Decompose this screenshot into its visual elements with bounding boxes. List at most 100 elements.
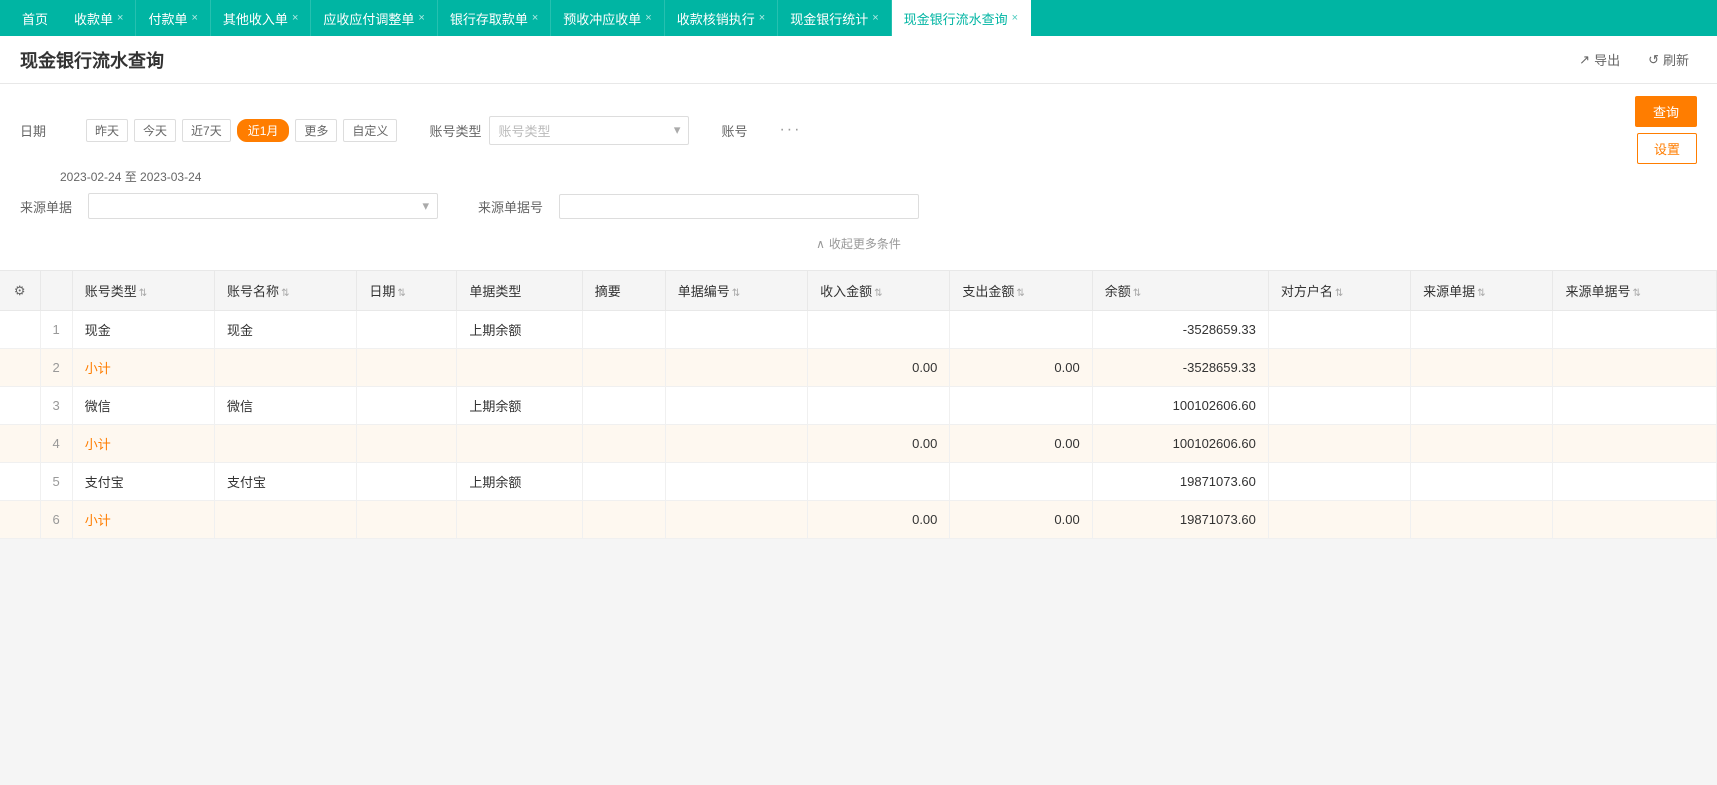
table-row: 2小计0.000.00-3528659.33 [0, 349, 1717, 387]
row-gear [0, 349, 40, 387]
close-icon[interactable]: × [1012, 12, 1018, 24]
date-btn-今天[interactable]: 今天 [134, 119, 176, 142]
account-label: 账号 [721, 121, 771, 140]
query-button[interactable]: 查询 [1635, 96, 1697, 127]
column-balance[interactable]: 余额⇅ [1092, 271, 1268, 311]
column-counterpart[interactable]: 对方户名⇅ [1268, 271, 1410, 311]
collapse-icon: ∧ [816, 237, 825, 251]
column-gear[interactable]: ⚙ [0, 271, 40, 311]
column-expense[interactable]: 支出金额⇅ [950, 271, 1092, 311]
column-date[interactable]: 日期⇅ [357, 271, 457, 311]
source-doc-select[interactable]: ▾ [88, 193, 438, 219]
cell-doc-no [665, 501, 807, 539]
top-navigation: 首页 收款单×付款单×其他收入单×应收应付调整单×银行存取款单×预收冲应收单×收… [0, 0, 1717, 36]
cell-date [357, 501, 457, 539]
close-icon[interactable]: × [532, 12, 538, 24]
nav-tab-银行存取款单[interactable]: 银行存取款单× [438, 0, 551, 36]
sort-icon: ⇅ [1477, 288, 1485, 299]
cell-source-doc [1411, 463, 1553, 501]
table-row: 5支付宝支付宝上期余额19871073.60 [0, 463, 1717, 501]
row-gear [0, 387, 40, 425]
nav-tab-付款单[interactable]: 付款单× [136, 0, 210, 36]
cell-summary [582, 311, 665, 349]
cell-summary [582, 463, 665, 501]
source-doc-no-input[interactable] [559, 194, 919, 219]
cell-summary [582, 349, 665, 387]
cell-source-doc-no [1553, 501, 1717, 539]
column-rownum [40, 271, 72, 311]
cell-income: 0.00 [808, 349, 950, 387]
close-icon[interactable]: × [418, 12, 424, 24]
cell-account-name [215, 349, 357, 387]
nav-tab-预收冲应收单[interactable]: 预收冲应收单 × [551, 0, 664, 36]
row-number: 2 [40, 349, 72, 387]
column-income[interactable]: 收入金额⇅ [808, 271, 950, 311]
row-gear [0, 463, 40, 501]
close-icon[interactable]: × [117, 12, 123, 24]
cell-doc-no [665, 425, 807, 463]
column-account_type[interactable]: 账号类型⇅ [72, 271, 214, 311]
cell-doc-type: 上期余额 [457, 387, 582, 425]
refresh-button[interactable]: ↺ 刷新 [1640, 46, 1697, 73]
cell-income: 0.00 [808, 425, 950, 463]
settings-button[interactable]: 设置 [1637, 133, 1697, 164]
sort-icon: ⇅ [732, 288, 740, 299]
date-btn-自定义[interactable]: 自定义 [343, 119, 397, 142]
column-account_name[interactable]: 账号名称⇅ [215, 271, 357, 311]
nav-tab-其他收入单[interactable]: 其他收入单 × [211, 0, 311, 36]
table-row: 1现金现金上期余额-3528659.33 [0, 311, 1717, 349]
row-number: 1 [40, 311, 72, 349]
sort-icon: ⇅ [874, 288, 882, 299]
row-number: 4 [40, 425, 72, 463]
tab-label: 收款单 [74, 9, 113, 28]
tab-label: 预收冲应收单 [563, 9, 641, 28]
close-icon[interactable]: × [191, 12, 197, 24]
date-label: 日期 [20, 121, 70, 140]
account-dots[interactable]: ··· [779, 121, 801, 139]
tab-label: 其他收入单 [223, 9, 288, 28]
account-type-select[interactable]: 账号类型 ▾ [489, 116, 689, 145]
cell-source-doc-no [1553, 349, 1717, 387]
date-btn-更多[interactable]: 更多 [295, 119, 337, 142]
close-icon[interactable]: × [645, 12, 651, 24]
date-btn-近1月[interactable]: 近1月 [237, 119, 290, 142]
cell-account-name [215, 425, 357, 463]
nav-tab-收款单[interactable]: 收款单 × [62, 0, 136, 36]
close-icon[interactable]: × [292, 12, 298, 24]
cell-expense [950, 387, 1092, 425]
export-button[interactable]: ↗ 导出 [1571, 46, 1628, 73]
cell-income [808, 311, 950, 349]
close-icon[interactable]: × [872, 12, 878, 24]
nav-home[interactable]: 首页 [8, 0, 62, 36]
cell-expense [950, 311, 1092, 349]
close-icon[interactable]: × [759, 12, 765, 24]
column-source_doc[interactable]: 来源单据⇅ [1411, 271, 1553, 311]
nav-tab-现金银行流水查询[interactable]: 现金银行流水查询× [892, 0, 1031, 36]
cell-summary [582, 501, 665, 539]
cell-counterpart [1268, 349, 1410, 387]
cell-balance: 19871073.60 [1092, 501, 1268, 539]
nav-tab-现金银行统计[interactable]: 现金银行统计 × [778, 0, 891, 36]
cell-doc-no [665, 349, 807, 387]
date-btn-昨天[interactable]: 昨天 [86, 119, 128, 142]
cell-doc-type: 上期余额 [457, 463, 582, 501]
column-source_doc_no[interactable]: 来源单据号⇅ [1553, 271, 1717, 311]
row-gear [0, 311, 40, 349]
date-btn-近7天[interactable]: 近7天 [182, 119, 231, 142]
sort-icon: ⇅ [1632, 288, 1640, 299]
nav-tab-应收应付调整单[interactable]: 应收应付调整单× [311, 0, 437, 36]
tab-label: 现金银行统计 [790, 9, 868, 28]
date-range-display: 2023-02-24 至 2023-03-24 [60, 170, 201, 184]
collapse-bar[interactable]: ∧ 收起更多条件 [20, 229, 1697, 258]
cell-account-type: 微信 [72, 387, 214, 425]
page-title: 现金银行流水查询 [20, 47, 164, 73]
cell-source-doc-no [1553, 425, 1717, 463]
cell-date [357, 463, 457, 501]
data-table: ⚙账号类型⇅账号名称⇅日期⇅单据类型摘要单据编号⇅收入金额⇅支出金额⇅余额⇅对方… [0, 271, 1717, 539]
row-gear [0, 425, 40, 463]
cell-doc-no [665, 387, 807, 425]
nav-tab-收款核销执行[interactable]: 收款核销执行× [665, 0, 778, 36]
cell-balance: 100102606.60 [1092, 425, 1268, 463]
cell-account-type: 小计 [72, 501, 214, 539]
column-doc_no[interactable]: 单据编号⇅ [665, 271, 807, 311]
